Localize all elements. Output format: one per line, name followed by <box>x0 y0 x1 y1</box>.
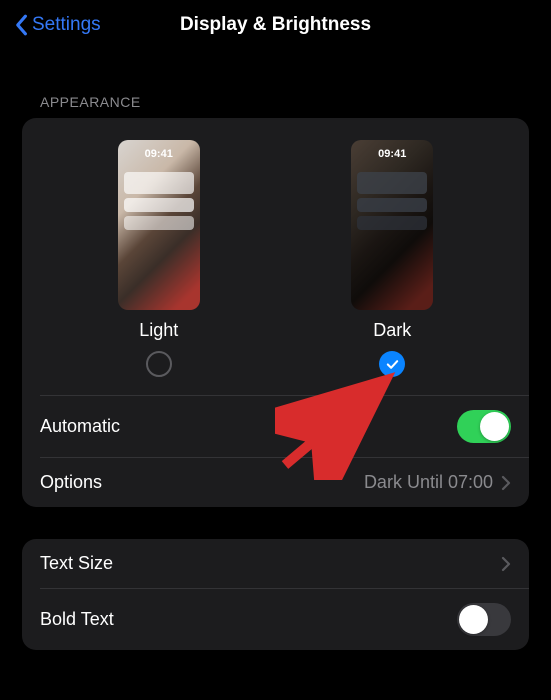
options-label: Options <box>40 472 102 493</box>
preview-widget <box>357 172 427 194</box>
text-size-chevron-container <box>501 556 511 572</box>
spacer <box>0 507 551 539</box>
bold-text-toggle[interactable] <box>457 603 511 636</box>
light-radio[interactable] <box>146 351 172 377</box>
back-label: Settings <box>32 14 101 36</box>
preview-time: 09:41 <box>351 148 433 160</box>
theme-option-light[interactable]: 09:41 Light <box>118 140 200 377</box>
text-size-row[interactable]: Text Size <box>22 539 529 588</box>
back-button[interactable]: Settings <box>14 14 101 36</box>
preview-widget <box>124 172 194 194</box>
appearance-section-label: APPEARANCE <box>0 46 551 118</box>
dark-preview: 09:41 <box>351 140 433 310</box>
automatic-label: Automatic <box>40 416 120 437</box>
toggle-knob <box>459 605 488 634</box>
bold-text-row[interactable]: Bold Text <box>22 589 529 650</box>
automatic-toggle[interactable] <box>457 410 511 443</box>
nav-header: Settings Display & Brightness <box>0 0 551 46</box>
preview-time: 09:41 <box>118 148 200 160</box>
text-card: Text Size Bold Text <box>22 539 529 650</box>
theme-option-dark[interactable]: 09:41 Dark <box>351 140 433 377</box>
text-size-label: Text Size <box>40 553 113 574</box>
preview-widget <box>124 198 194 212</box>
toggle-knob <box>480 412 509 441</box>
appearance-row: 09:41 Light 09:41 Dark <box>22 118 529 395</box>
automatic-row[interactable]: Automatic <box>22 396 529 457</box>
chevron-right-icon <box>501 556 511 572</box>
appearance-card: 09:41 Light 09:41 Dark Auto <box>22 118 529 507</box>
options-value: Dark Until 07:00 <box>364 472 493 493</box>
bold-text-label: Bold Text <box>40 609 114 630</box>
chevron-right-icon <box>501 475 511 491</box>
light-label: Light <box>139 320 178 341</box>
options-row[interactable]: Options Dark Until 07:00 <box>22 458 529 507</box>
preview-widget <box>124 216 194 230</box>
checkmark-icon <box>385 357 400 372</box>
dark-radio[interactable] <box>379 351 405 377</box>
light-preview: 09:41 <box>118 140 200 310</box>
chevron-left-icon <box>14 14 28 36</box>
options-value-container: Dark Until 07:00 <box>364 472 511 493</box>
dark-label: Dark <box>373 320 411 341</box>
preview-widget <box>357 216 427 230</box>
preview-widget <box>357 198 427 212</box>
